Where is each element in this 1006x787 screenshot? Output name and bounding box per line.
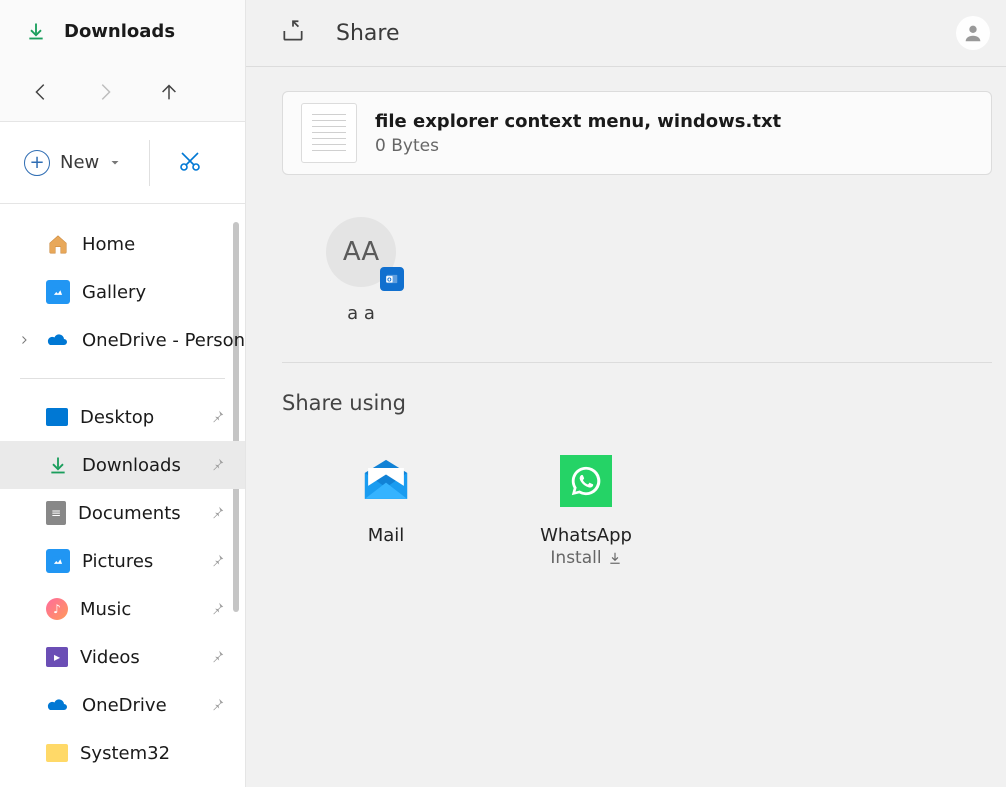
contact-avatar: AA O xyxy=(326,217,396,287)
tree-item-label: System32 xyxy=(80,743,170,764)
mail-icon xyxy=(360,455,412,507)
tree-item-label: Documents xyxy=(78,503,181,524)
tree-item-videos[interactable]: ▸ Videos xyxy=(0,633,245,681)
tree-item-documents[interactable]: ≡ Documents xyxy=(0,489,245,537)
new-button[interactable]: + New xyxy=(24,150,121,176)
contact-name: a a xyxy=(316,303,406,324)
tree-item-label: Gallery xyxy=(82,282,146,303)
tree-item-system32[interactable]: System32 xyxy=(0,729,245,777)
share-title: Share xyxy=(336,21,400,46)
tree-item-onedrive[interactable]: OneDrive xyxy=(0,681,245,729)
tree-item-label: OneDrive xyxy=(82,695,167,716)
forward-button[interactable] xyxy=(94,81,116,103)
music-icon: ♪ xyxy=(46,598,68,620)
account-button[interactable] xyxy=(956,16,990,50)
contact-initials: AA xyxy=(343,237,379,267)
share-app-whatsapp[interactable]: WhatsApp Install xyxy=(526,455,646,568)
app-name: Mail xyxy=(326,525,446,546)
document-icon: ≡ xyxy=(46,501,66,525)
divider xyxy=(282,362,992,363)
svg-text:O: O xyxy=(387,277,392,283)
back-button[interactable] xyxy=(30,81,52,103)
nav-tree: Home Gallery OneDrive - Personal Desktop xyxy=(0,204,245,777)
pin-icon xyxy=(211,647,225,668)
share-apps-row: Mail WhatsApp Install xyxy=(326,455,1006,568)
chevron-down-icon xyxy=(109,157,121,169)
pictures-icon xyxy=(46,549,70,573)
gallery-icon xyxy=(46,280,70,304)
tree-item-label: Desktop xyxy=(80,407,154,428)
downloads-icon xyxy=(24,19,48,43)
cloud-icon xyxy=(46,693,70,717)
tree-item-music[interactable]: ♪ Music xyxy=(0,585,245,633)
file-info: file explorer context menu, windows.txt … xyxy=(375,111,781,156)
desktop-icon xyxy=(46,408,68,426)
folder-icon xyxy=(46,744,68,762)
share-contact[interactable]: AA O a a xyxy=(316,217,406,324)
pin-icon xyxy=(211,455,225,476)
tree-item-label: Videos xyxy=(80,647,140,668)
file-size: 0 Bytes xyxy=(375,136,781,156)
tree-item-onedrive-personal[interactable]: OneDrive - Personal xyxy=(0,316,245,364)
tree-separator xyxy=(20,378,225,379)
explorer-toolbar: + New xyxy=(0,122,245,204)
tree-item-label: OneDrive - Personal xyxy=(82,330,245,351)
chevron-right-icon[interactable] xyxy=(18,330,30,351)
location-title: Downloads xyxy=(64,21,175,42)
tree-item-label: Music xyxy=(80,599,131,620)
cloud-icon xyxy=(46,328,70,352)
videos-icon: ▸ xyxy=(46,647,68,667)
whatsapp-icon xyxy=(560,455,612,507)
file-name: file explorer context menu, windows.txt xyxy=(375,111,781,132)
outlook-badge-icon: O xyxy=(380,267,404,291)
app-install-label: Install xyxy=(550,548,621,568)
tree-item-pictures[interactable]: Pictures xyxy=(0,537,245,585)
tree-item-home[interactable]: Home xyxy=(0,220,245,268)
tree-item-gallery[interactable]: Gallery xyxy=(0,268,245,316)
share-icon xyxy=(280,18,306,48)
pin-icon xyxy=(211,503,225,524)
tree-item-desktop[interactable]: Desktop xyxy=(0,393,245,441)
app-sub-text: Install xyxy=(550,548,601,568)
share-app-mail[interactable]: Mail xyxy=(326,455,446,568)
file-explorer-panel: Downloads + New Home xyxy=(0,0,246,787)
explorer-nav-bar xyxy=(0,62,245,122)
share-panel: Share file explorer context menu, window… xyxy=(246,0,1006,787)
tree-item-label: Pictures xyxy=(82,551,153,572)
up-button[interactable] xyxy=(158,81,180,103)
pin-icon xyxy=(211,551,225,572)
new-button-label: New xyxy=(60,152,99,173)
file-thumbnail-icon xyxy=(301,103,357,163)
tree-item-label: Home xyxy=(82,234,135,255)
pin-icon xyxy=(211,695,225,716)
pin-icon xyxy=(211,599,225,620)
download-icon xyxy=(608,551,622,565)
app-name: WhatsApp xyxy=(526,525,646,546)
cut-button[interactable] xyxy=(178,149,202,177)
tree-item-downloads[interactable]: Downloads xyxy=(0,441,245,489)
share-using-heading: Share using xyxy=(282,391,1006,415)
home-icon xyxy=(46,232,70,256)
share-header: Share xyxy=(246,0,1006,67)
tree-item-label: Downloads xyxy=(82,455,181,476)
plus-icon: + xyxy=(24,150,50,176)
pin-icon xyxy=(211,407,225,428)
toolbar-divider xyxy=(149,140,150,186)
explorer-location-header: Downloads xyxy=(0,0,245,62)
share-file-card: file explorer context menu, windows.txt … xyxy=(282,91,992,175)
downloads-icon xyxy=(46,453,70,477)
